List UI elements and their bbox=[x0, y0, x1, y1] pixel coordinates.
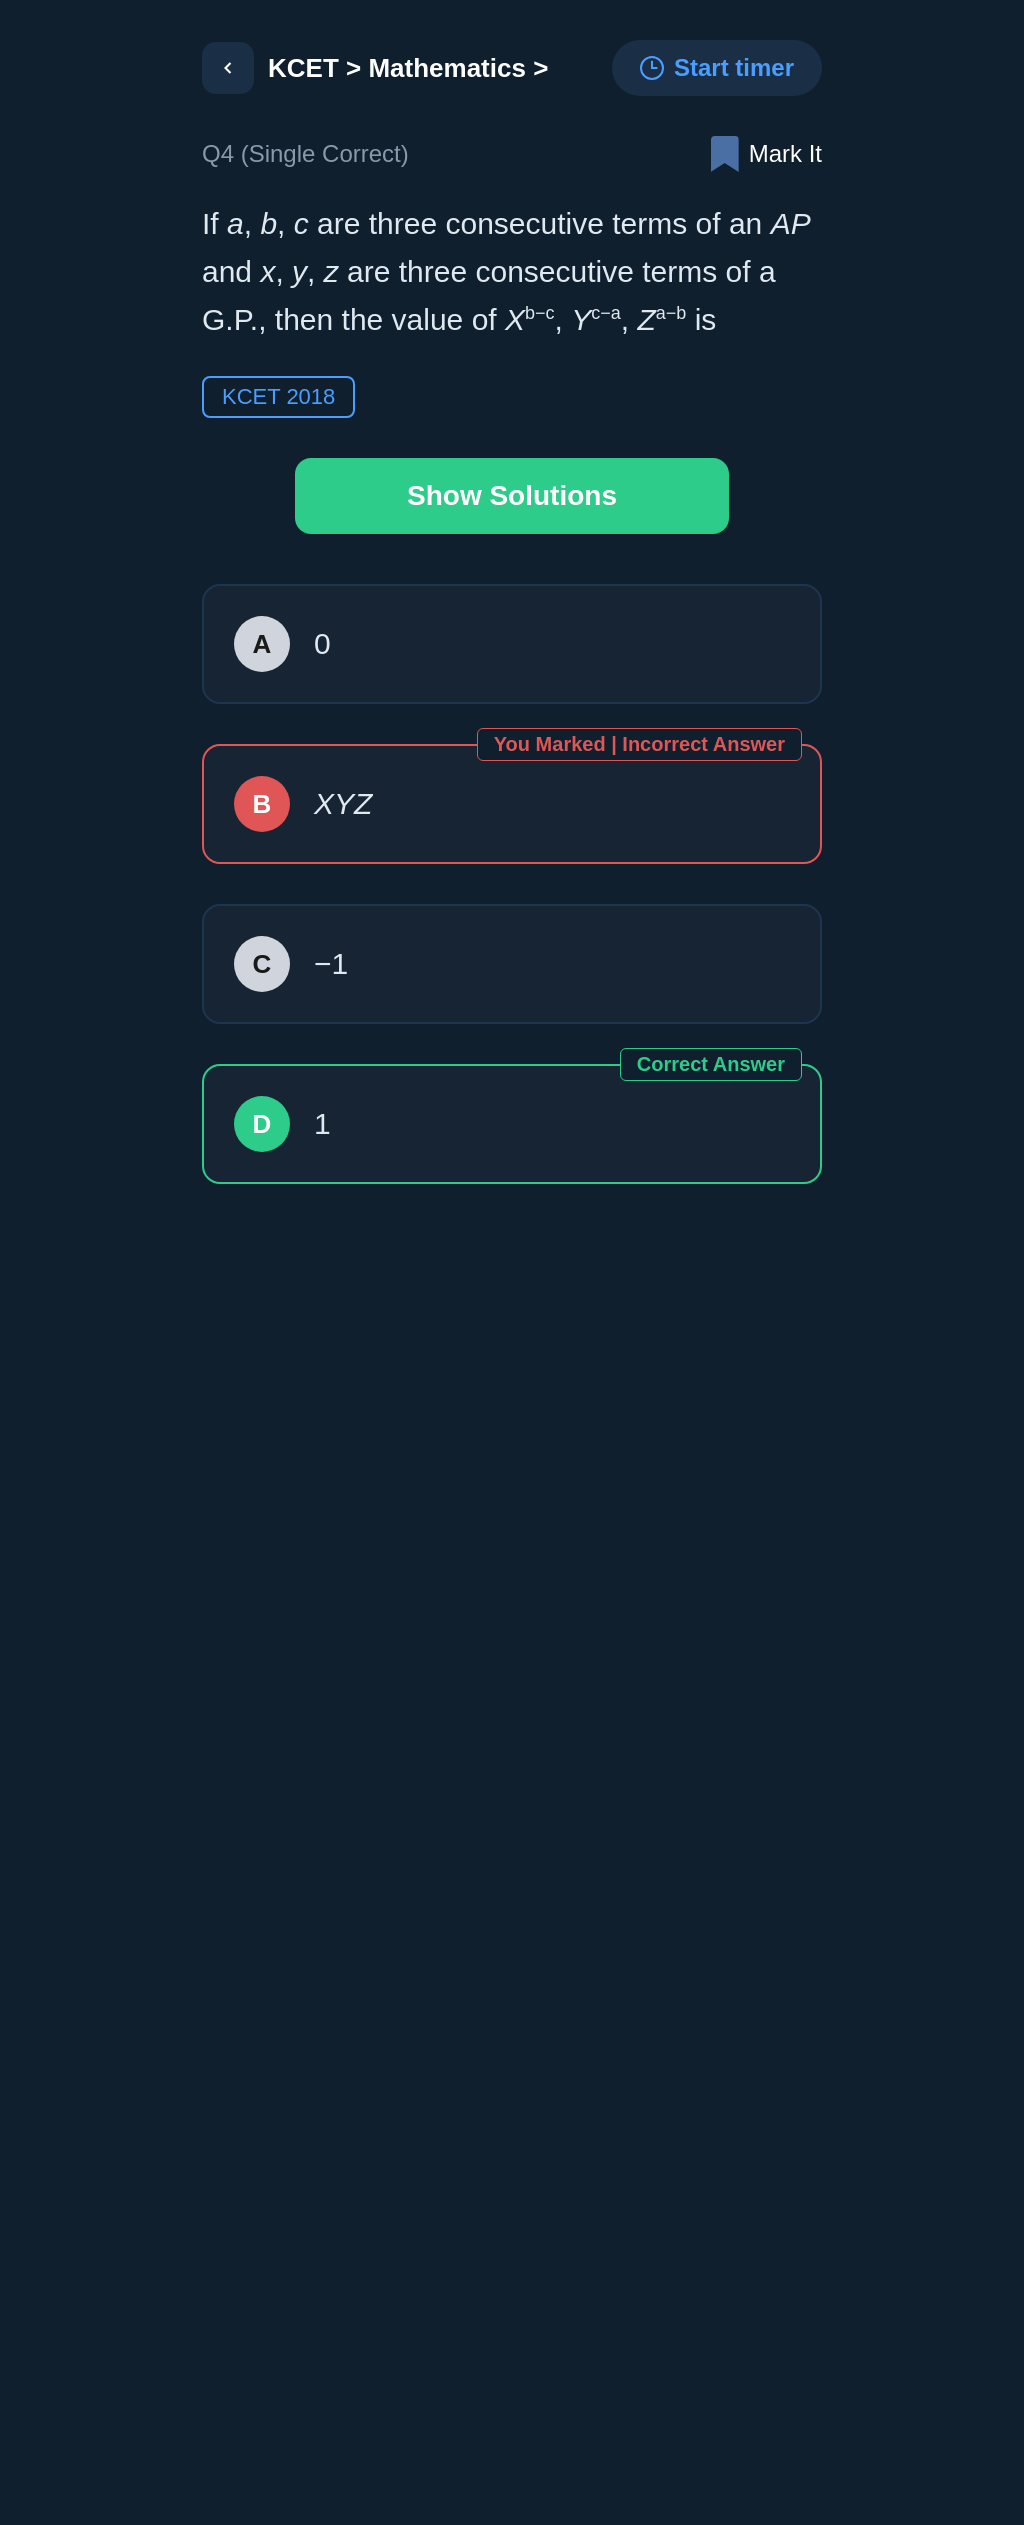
option-b-wrapper: You Marked | Incorrect Answer B XYZ bbox=[202, 744, 822, 864]
correct-answer-label: Correct Answer bbox=[620, 1048, 802, 1081]
option-c-badge: C bbox=[234, 936, 290, 992]
breadcrumb: KCET > Mathematics > bbox=[268, 53, 548, 84]
question-label: Q4 (Single Correct) bbox=[202, 140, 409, 168]
show-solutions-button[interactable]: Show Solutions bbox=[295, 458, 729, 534]
bookmark-icon bbox=[711, 136, 739, 172]
start-timer-label: Start timer bbox=[674, 54, 794, 82]
start-timer-button[interactable]: Start timer bbox=[612, 40, 822, 96]
question-meta: Q4 (Single Correct) Mark It bbox=[202, 136, 822, 172]
option-d-wrapper: Correct Answer D 1 bbox=[202, 1064, 822, 1184]
clock-icon bbox=[640, 56, 664, 80]
mark-it-label: Mark It bbox=[749, 140, 822, 168]
option-d-card[interactable]: D 1 bbox=[202, 1064, 822, 1184]
chevron-left-icon bbox=[218, 58, 238, 78]
option-c-wrapper: C −1 bbox=[202, 904, 822, 1024]
option-b-text: XYZ bbox=[314, 787, 372, 821]
kcet-tag: KCET 2018 bbox=[202, 376, 355, 418]
option-a-card[interactable]: A 0 bbox=[202, 584, 822, 704]
mark-it-button[interactable]: Mark It bbox=[711, 136, 822, 172]
header: KCET > Mathematics > Start timer bbox=[202, 40, 822, 96]
option-c-text: −1 bbox=[314, 947, 348, 981]
option-a-wrapper: A 0 bbox=[202, 584, 822, 704]
option-a-text: 0 bbox=[314, 627, 331, 661]
option-a-badge: A bbox=[234, 616, 290, 672]
option-b-badge: B bbox=[234, 776, 290, 832]
question-body: If a, b, c are three consecutive terms o… bbox=[202, 200, 822, 344]
option-c-card[interactable]: C −1 bbox=[202, 904, 822, 1024]
option-d-badge: D bbox=[234, 1096, 290, 1152]
option-b-card[interactable]: B XYZ bbox=[202, 744, 822, 864]
back-button[interactable] bbox=[202, 42, 254, 94]
header-left: KCET > Mathematics > bbox=[202, 42, 548, 94]
incorrect-answer-label: You Marked | Incorrect Answer bbox=[477, 728, 802, 761]
option-d-text: 1 bbox=[314, 1107, 331, 1141]
